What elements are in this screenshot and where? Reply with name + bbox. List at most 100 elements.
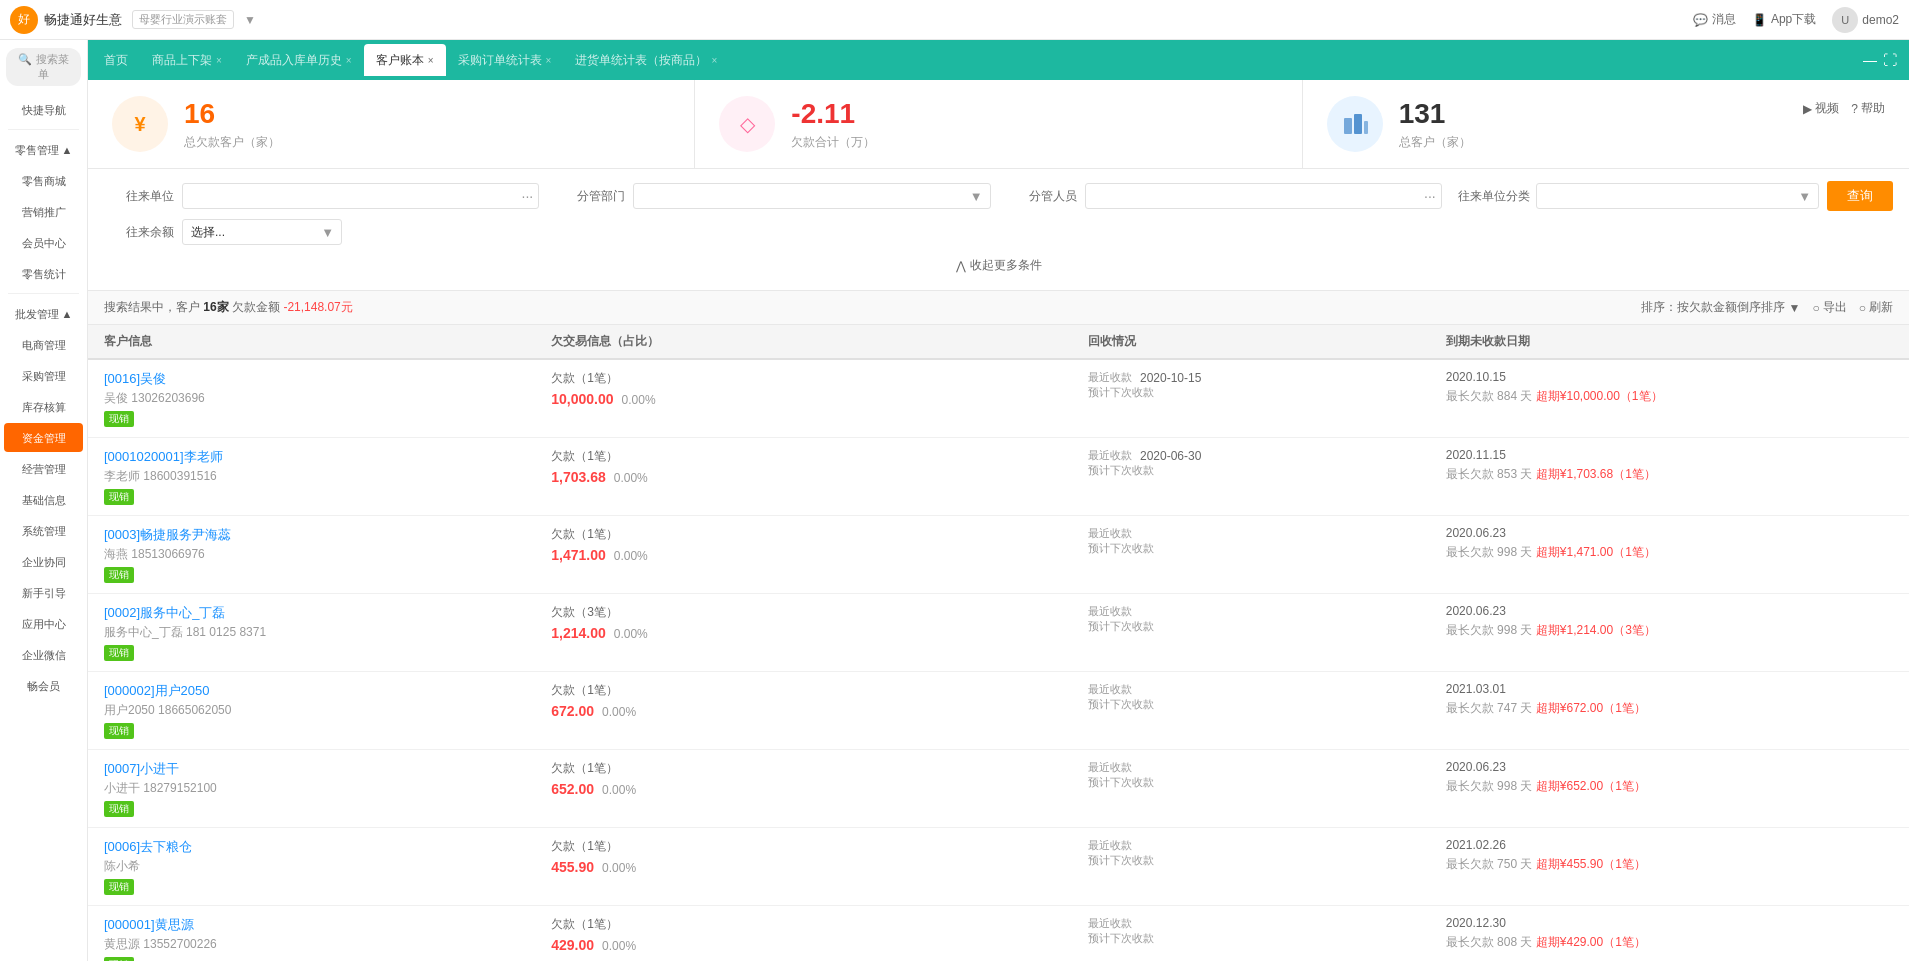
refresh-btn[interactable]: ○ 刷新 (1859, 299, 1893, 316)
repay-row-1: 最近收款 2020-10-15 (1088, 370, 1446, 385)
debt-percent-6: 0.00% (602, 783, 636, 797)
col-repay-1: 最近收款 2020-10-15 预计下次收款 (1088, 370, 1446, 427)
customer-name-3[interactable]: [0003]畅捷服务尹海蕊 (104, 526, 551, 544)
sidebar-search[interactable]: 🔍 搜索菜单 (0, 40, 87, 94)
export-btn[interactable]: ○ 导出 (1813, 299, 1847, 316)
overdue-link-5[interactable]: 超期¥672.00（1笔） (1536, 701, 1646, 715)
col-repay-4: 最近收款 预计下次收款 (1088, 604, 1446, 661)
filter-search-btn[interactable]: 查询 (1827, 181, 1893, 211)
overdue-link-8[interactable]: 超期¥429.00（1笔） (1536, 935, 1646, 949)
sidebar-item-batch-mgmt[interactable]: 批发管理 ▲ (4, 299, 83, 328)
tab-purchase-stats2-close[interactable]: × (711, 55, 717, 66)
debt-row-1: 10,000.00 0.00% (551, 391, 1088, 407)
sidebar-item-enterprise-collab[interactable]: 企业协同 (4, 547, 83, 576)
user-action[interactable]: U demo2 (1832, 7, 1899, 33)
message-action[interactable]: 💬 消息 (1693, 11, 1736, 28)
logo-icon: 好 (10, 6, 38, 34)
sidebar-item-retail-mgmt[interactable]: 零售管理 ▲ (4, 135, 83, 164)
purchase-mgmt-label: 采购管理 (8, 369, 79, 384)
tab-product-status[interactable]: 商品上下架 × (140, 44, 234, 76)
filter-person-input[interactable] (1085, 183, 1442, 209)
app-download-action[interactable]: 📱 App下载 (1752, 11, 1816, 28)
overdue-link-4[interactable]: 超期¥1,214.00（3笔） (1536, 623, 1656, 637)
customer-name-5[interactable]: [000002]用户2050 (104, 682, 551, 700)
tab-customer-account-close[interactable]: × (428, 55, 434, 66)
export-label: 导出 (1823, 299, 1847, 316)
overdue-link-6[interactable]: 超期¥652.00（1笔） (1536, 779, 1646, 793)
col-repay-2: 最近收款 2020-06-30 预计下次收款 (1088, 448, 1446, 505)
filter-person-dots[interactable]: ··· (1424, 188, 1436, 204)
stat-info-3: 131 总客户（家） (1399, 98, 1471, 151)
sidebar-item-basic-info[interactable]: 基础信息 (4, 485, 83, 514)
sidebar-item-sys-mgmt[interactable]: 系统管理 (4, 516, 83, 545)
repay-next-3: 预计下次收款 (1088, 541, 1446, 556)
customer-name-6[interactable]: [0007]小进干 (104, 760, 551, 778)
demo-badge[interactable]: 母婴行业演示账套 (132, 10, 234, 29)
filter-unit-input[interactable] (182, 183, 539, 209)
results-sort[interactable]: 排序：按欠款金额倒序排序 ▼ (1641, 299, 1801, 316)
sidebar-item-ecom-mgmt[interactable]: 电商管理 (4, 330, 83, 359)
overdue-info-2: 最长欠款 853 天 超期¥1,703.68（1笔） (1446, 466, 1893, 483)
tab-product-history-close[interactable]: × (346, 55, 352, 66)
tab-purchase-stats[interactable]: 采购订单统计表 × (446, 44, 564, 76)
sidebar-item-enterprise-wechat[interactable]: 企业微信 (4, 640, 83, 669)
stats-bar: ¥ 16 总欠款客户（家） ◇ -2.11 欠款合计（万） (88, 80, 1909, 169)
sidebar-item-new-guide[interactable]: 新手引导 (4, 578, 83, 607)
filter-category-select[interactable] (1536, 183, 1819, 209)
finance-mgmt-label: 资金管理 (8, 431, 79, 446)
customer-name-1[interactable]: [0016]吴俊 (104, 370, 551, 388)
tab-minimize-btn[interactable]: — (1863, 52, 1877, 68)
overdue-link-1[interactable]: 超期¥10,000.00（1笔） (1536, 389, 1663, 403)
sidebar-item-retail-stats[interactable]: 零售统计 (4, 259, 83, 288)
filter-unit-dots[interactable]: ··· (522, 188, 534, 204)
overdue-link-3[interactable]: 超期¥1,471.00（1笔） (1536, 545, 1656, 559)
overdue-link-7[interactable]: 超期¥455.90（1笔） (1536, 857, 1646, 871)
customer-name-7[interactable]: [0006]去下粮仓 (104, 838, 551, 856)
tab-product-status-close[interactable]: × (216, 55, 222, 66)
due-date-4: 2020.06.23 (1446, 604, 1893, 618)
tab-purchase-stats-close[interactable]: × (546, 55, 552, 66)
sidebar-item-app-center[interactable]: 应用中心 (4, 609, 83, 638)
tab-maximize-btn[interactable]: ⛶ (1883, 52, 1897, 68)
col-due-3: 2020.06.23 最长欠款 998 天 超期¥1,471.00（1笔） (1446, 526, 1893, 583)
sidebar-item-member-vip[interactable]: 畅会员 (4, 671, 83, 700)
help-icon: ? (1851, 102, 1858, 116)
top-bar-left: 好 畅捷通好生意 母婴行业演示账套 ▼ (10, 6, 256, 34)
customer-name-4[interactable]: [0002]服务中心_丁磊 (104, 604, 551, 622)
sidebar-item-marketing[interactable]: 营销推广 (4, 197, 83, 226)
filter-area: 往来单位 ··· 分管部门 (88, 169, 1909, 291)
customer-name-2[interactable]: [0001020001]李老师 (104, 448, 551, 466)
tab-home[interactable]: 首页 (92, 44, 140, 76)
customer-tag-2: 现销 (104, 489, 134, 505)
debt-percent-7: 0.00% (602, 861, 636, 875)
table-row: [000001]黄思源 黄思源 13552700226 现销 欠款（1笔） 42… (88, 906, 1909, 961)
sidebar-item-quick-nav[interactable]: 快捷导航 (4, 95, 83, 124)
refresh-label: 刷新 (1869, 299, 1893, 316)
search-box[interactable]: 🔍 搜索菜单 (6, 48, 81, 86)
sidebar-item-member-center[interactable]: 会员中心 (4, 228, 83, 257)
customer-name-8[interactable]: [000001]黄思源 (104, 916, 551, 934)
customer-tag-1: 现销 (104, 411, 134, 427)
tab-customer-account[interactable]: 客户账本 × (364, 44, 446, 76)
debt-percent-2: 0.00% (614, 471, 648, 485)
search-label: 搜索菜单 (36, 53, 69, 80)
repay-label-5: 最近收款 (1088, 682, 1132, 697)
collapse-btn[interactable]: ⋀ 收起更多条件 (104, 253, 1893, 278)
filter-dept-select[interactable] (633, 183, 990, 209)
tab-product-history[interactable]: 产成品入库单历史 × (234, 44, 364, 76)
video-btn[interactable]: ▶ 视频 (1803, 100, 1839, 117)
overdue-link-2[interactable]: 超期¥1,703.68（1笔） (1536, 467, 1656, 481)
dropdown-arrow[interactable]: ▼ (244, 13, 256, 27)
sidebar-item-stock-check[interactable]: 库存核算 (4, 392, 83, 421)
filter-balance-select[interactable]: 选择... (182, 219, 342, 245)
sidebar-item-purchase-mgmt[interactable]: 采购管理 (4, 361, 83, 390)
customer-tag-6: 现销 (104, 801, 134, 817)
sidebar-item-retail-store[interactable]: 零售商城 (4, 166, 83, 195)
tab-purchase-stats2[interactable]: 进货单统计表（按商品） × (563, 44, 729, 76)
help-label: 帮助 (1861, 100, 1885, 117)
filter-label-category: 往来单位分类 (1458, 188, 1528, 205)
sidebar-item-finance-mgmt[interactable]: 资金管理 (4, 423, 83, 452)
overdue-info-8: 最长欠款 808 天 超期¥429.00（1笔） (1446, 934, 1893, 951)
sidebar-item-biz-mgmt[interactable]: 经营管理 (4, 454, 83, 483)
help-btn[interactable]: ? 帮助 (1851, 100, 1885, 117)
